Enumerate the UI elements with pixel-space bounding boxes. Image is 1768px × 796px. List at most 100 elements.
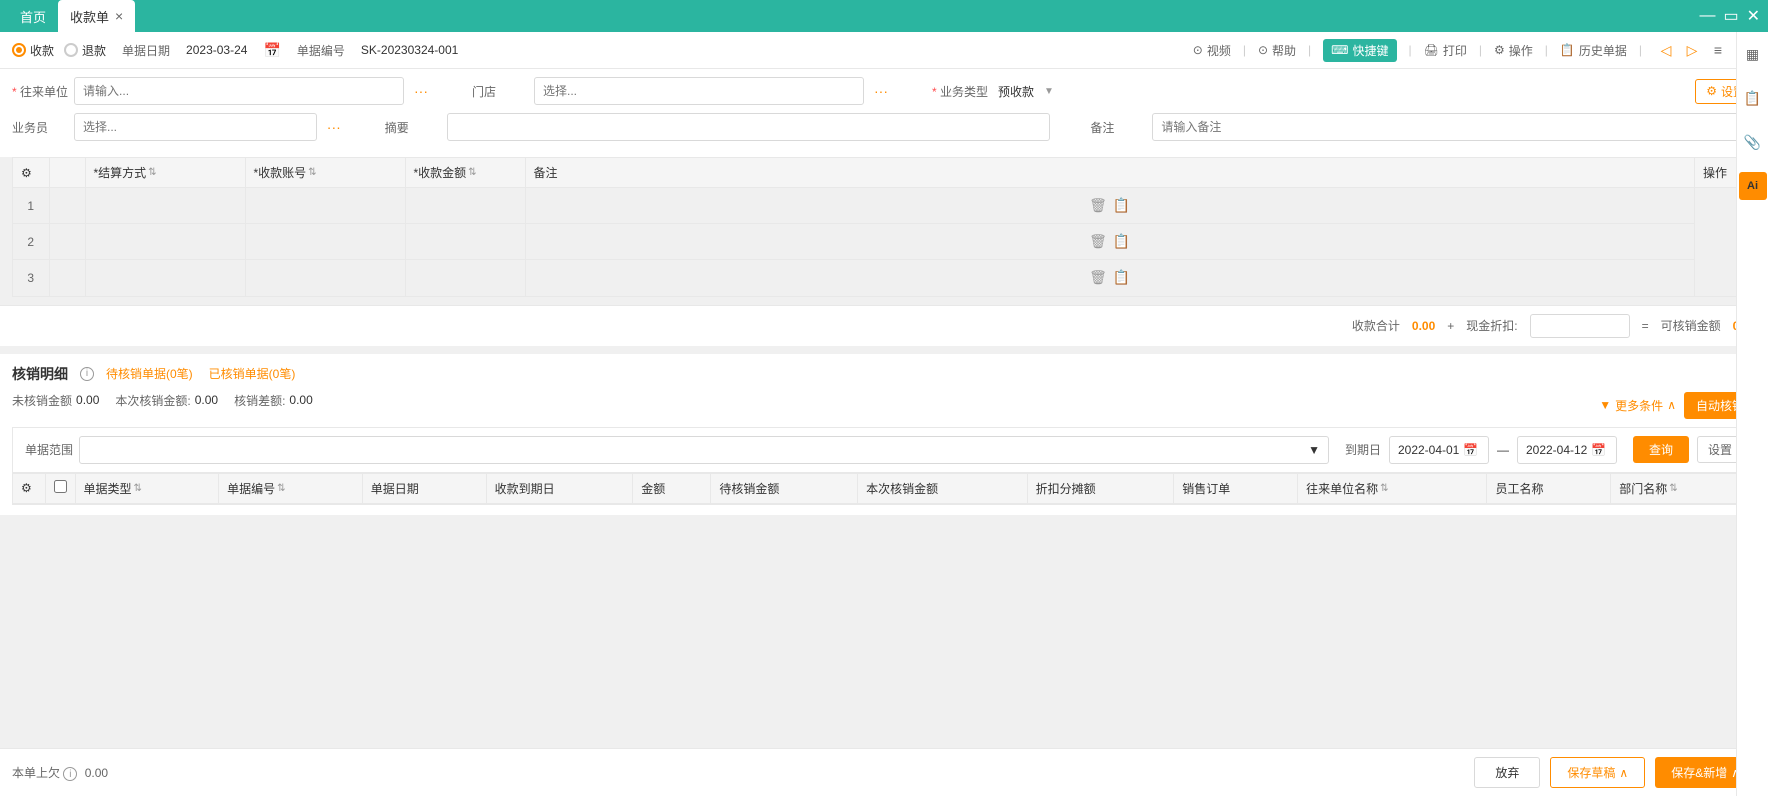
abstract-field: 摘要 (385, 113, 1051, 141)
print-btn[interactable]: 🖨 打印 (1424, 42, 1467, 59)
th-amount-sort-icon: ⇅ (468, 167, 476, 178)
table-header-row: ⚙ *结算方式 ⇅ *收款账号 ⇅ (13, 158, 1755, 188)
staff-more-icon[interactable]: ··· (323, 119, 345, 135)
radio-refund[interactable]: 退款 (64, 42, 106, 59)
th-settlement[interactable]: *结算方式 ⇅ (85, 158, 245, 188)
staff-input[interactable] (74, 113, 317, 141)
copy-icon-2[interactable]: 📋 (1113, 233, 1130, 250)
sidebar-ai-icon[interactable]: Ai (1739, 172, 1767, 200)
copy-icon-3[interactable]: 📋 (1113, 269, 1130, 286)
th-account[interactable]: *收款账号 ⇅ (245, 158, 405, 188)
form-row-2: 业务员 ··· 摘要 备注 (12, 113, 1756, 141)
td-rownum-3: 3 (13, 260, 49, 296)
bth-dept[interactable]: 部门名称 ⇅ (1611, 474, 1755, 504)
store-more-icon[interactable]: ··· (870, 83, 892, 99)
history-btn[interactable]: 📋 历史单据 (1560, 42, 1627, 59)
th-settlement-label: *结算方式 (94, 164, 147, 181)
td-settlement-2 (49, 224, 85, 260)
td-account-3 (85, 260, 245, 296)
footer-bar: 本单上欠 i 0.00 放弃 保存草稿 ∧ 保存&新增 ∧ (0, 748, 1768, 796)
bth-gear[interactable]: ⚙ (13, 474, 45, 504)
td-settlement-3 (49, 260, 85, 296)
radio-receipt-label: 收款 (30, 42, 54, 59)
form-row-1: 往来单位 ··· 门店 ··· 业务类型 预收款 ▼ ⚙ 设置 (12, 77, 1756, 105)
footer-info-icon[interactable]: i (63, 767, 77, 781)
date-to-input[interactable]: 2022-04-12 📅 (1517, 436, 1617, 464)
shortcut-btn[interactable]: ⌨ 快捷键 (1323, 39, 1396, 62)
store-input[interactable] (534, 77, 864, 105)
window-max-btn[interactable]: ▭ (1723, 6, 1738, 26)
td-rownum-1: 1 (13, 188, 49, 224)
operate-btn[interactable]: ⚙ 操作 (1494, 42, 1533, 59)
collect-value: 0.00 (1412, 319, 1435, 333)
bth-counterpart[interactable]: 往来单位名称 ⇅ (1298, 474, 1487, 504)
date-from-calendar-icon: 📅 (1463, 443, 1478, 457)
layout-next-btn[interactable]: ▷ (1680, 38, 1704, 62)
window-min-btn[interactable]: — (1699, 7, 1715, 25)
window-close-btn[interactable]: ✕ (1747, 6, 1760, 26)
more-conditions-btn[interactable]: ▼ 更多条件 ∧ (1599, 397, 1676, 414)
verify-tabs: 待核销单据(0笔) 已核销单据(0笔) (106, 365, 295, 382)
query-btn[interactable]: 查询 (1633, 436, 1689, 463)
tab-bar-controls: — ▭ ✕ (1699, 6, 1760, 26)
td-remark-1 (405, 188, 525, 224)
help-btn[interactable]: ⊙ 帮助 (1258, 42, 1296, 59)
remark-input[interactable] (1152, 113, 1756, 141)
tab-home[interactable]: 首页 (8, 0, 58, 32)
range-select[interactable]: ▼ (79, 436, 1329, 464)
sidebar-table-icon[interactable]: ▦ (1739, 40, 1767, 68)
bth-doc-type[interactable]: 单据类型 ⇅ (75, 474, 219, 504)
date-value: 2023-03-24 (186, 43, 247, 57)
business-type-chevron[interactable]: ▼ (1044, 86, 1054, 97)
bottom-table-container: ⚙ 单据类型 ⇅ 单据编号 (12, 473, 1756, 505)
layout-prev-btn[interactable]: ◁ (1654, 38, 1678, 62)
select-all-checkbox[interactable] (54, 480, 67, 493)
video-btn[interactable]: ⊙ 视频 (1193, 42, 1231, 59)
th-amount-label: *收款金额 (414, 164, 467, 181)
th-gear[interactable]: ⚙ (13, 158, 49, 188)
date-filter-group: 到期日 2022-04-01 📅 — 2022-04-12 📅 (1345, 436, 1617, 464)
td-rownum-2: 2 (13, 224, 49, 260)
sidebar-attachment-icon[interactable]: 📎 (1739, 128, 1767, 156)
discount-label: 现金折扣: (1466, 317, 1517, 334)
abandon-btn[interactable]: 放弃 (1474, 757, 1540, 788)
tab-receipt-close[interactable]: × (115, 8, 123, 24)
footer-actions: 放弃 保存草稿 ∧ 保存&新增 ∧ (1474, 757, 1756, 788)
delete-icon-3[interactable]: 🗑 (1089, 269, 1107, 286)
tab-receipt[interactable]: 收款单 × (58, 0, 135, 32)
sidebar-doc-icon[interactable]: 📋 (1739, 84, 1767, 112)
draft-chevron-icon: ∧ (1619, 766, 1628, 780)
summary-row: 收款合计 0.00 + 现金折扣: = 可核销金额 0.00 (0, 305, 1768, 346)
counterpart-more-icon[interactable]: ··· (410, 83, 432, 99)
print-label: 打印 (1443, 42, 1467, 59)
copy-icon-1[interactable]: 📋 (1113, 197, 1130, 214)
verify-info-icon[interactable]: i (80, 367, 94, 381)
radio-receipt[interactable]: 收款 (12, 42, 54, 59)
bottom-table-header: ⚙ 单据类型 ⇅ 单据编号 (13, 474, 1755, 504)
verify-tab-pending[interactable]: 待核销单据(0笔) (106, 365, 193, 382)
counterpart-input[interactable] (74, 77, 404, 105)
td-remark-3 (405, 260, 525, 296)
current-label: 本次核销金额: (115, 392, 190, 409)
delete-icon-2[interactable]: 🗑 (1089, 233, 1107, 250)
calendar-icon[interactable]: 📅 (263, 42, 280, 59)
receipt-table-container: ⚙ *结算方式 ⇅ *收款账号 ⇅ (12, 157, 1756, 297)
net-label: 可核销金额 (1661, 317, 1721, 334)
verify-tab-completed[interactable]: 已核销单据(0笔) (209, 365, 296, 382)
td-action-2: 🗑 📋 (525, 224, 1695, 260)
discount-input[interactable] (1530, 314, 1630, 338)
layout-list-btn[interactable]: ≡ (1706, 38, 1730, 62)
abstract-input[interactable] (447, 113, 1051, 141)
current-stat: 本次核销金额: 0.00 (115, 392, 218, 409)
date-from-input[interactable]: 2022-04-01 📅 (1389, 436, 1489, 464)
summary-equals: = (1642, 319, 1649, 333)
radio-refund-label: 退款 (82, 42, 106, 59)
help-icon: ⊙ (1258, 43, 1268, 57)
delete-icon-1[interactable]: 🗑 (1089, 197, 1107, 214)
bth-doc-no[interactable]: 单据编号 ⇅ (219, 474, 363, 504)
td-settlement-1 (49, 188, 85, 224)
bth-discount: 折扣分摊额 (1027, 474, 1174, 504)
draft-btn[interactable]: 保存草稿 ∧ (1550, 757, 1645, 788)
th-amount[interactable]: *收款金额 ⇅ (405, 158, 525, 188)
remark-label: 备注 (1090, 119, 1146, 136)
